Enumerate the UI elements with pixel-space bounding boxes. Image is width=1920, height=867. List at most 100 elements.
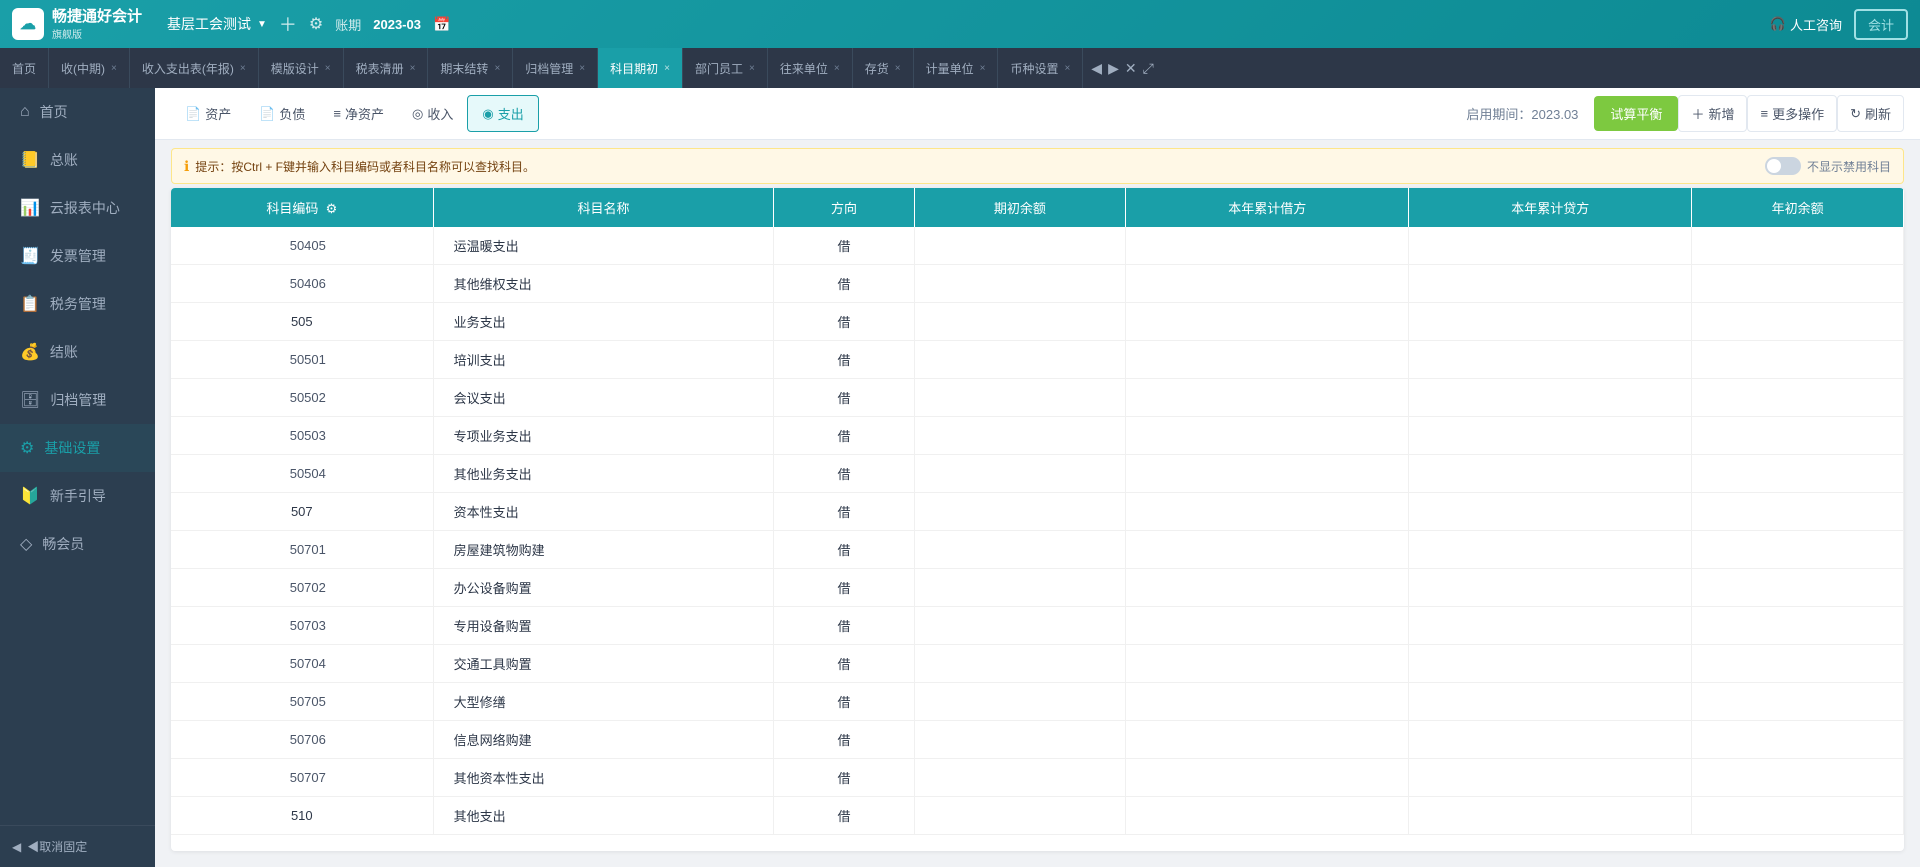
tab-unit[interactable]: 计量单位 × (914, 48, 999, 88)
add-button[interactable]: ＋ 新增 (1678, 95, 1747, 132)
tab-dept-close[interactable]: × (749, 63, 755, 74)
company-selector[interactable]: 基层工会测试 ▼ (167, 14, 267, 34)
settings-icon[interactable]: ⚙ (309, 14, 323, 34)
sidebar-item-guide[interactable]: 🔰 新手引导 (0, 472, 155, 520)
cell-period_balance[interactable] (914, 683, 1126, 721)
tab-contacts[interactable]: 往来单位 × (768, 48, 853, 88)
tab-subject-init-close[interactable]: × (664, 63, 670, 74)
sidebar-invoice-label: 发票管理 (50, 246, 106, 266)
kuaiji-button[interactable]: 会计 (1854, 9, 1908, 40)
support-button[interactable]: 🎧 人工咨询 (1770, 15, 1842, 34)
tab-interim-close[interactable]: × (111, 63, 117, 74)
sidebar-item-home[interactable]: ⌂ 首页 (0, 88, 155, 136)
close-all-tabs-icon[interactable]: ✕ (1123, 58, 1139, 79)
cell-period_balance[interactable] (914, 531, 1126, 569)
sidebar-home-label: 首页 (40, 102, 68, 122)
sidebar-item-checkout[interactable]: 💰 结账 (0, 328, 155, 376)
cell-period_balance[interactable] (914, 607, 1126, 645)
tab-prev-icon[interactable]: ◀ (1089, 58, 1104, 79)
expand-tabs-icon[interactable]: ⤢ (1141, 58, 1156, 79)
cell-code: 510 (171, 797, 433, 835)
sub-tab-expense-label: 支出 (498, 104, 524, 123)
refresh-button[interactable]: ↻ 刷新 (1837, 95, 1904, 132)
cell-period_balance[interactable] (914, 721, 1126, 759)
tab-tax[interactable]: 税表清册 × (344, 48, 429, 88)
cell-period_balance[interactable] (914, 759, 1126, 797)
tab-tax-close[interactable]: × (410, 63, 416, 74)
cell-period_balance[interactable] (914, 303, 1126, 341)
calculate-button[interactable]: 试算平衡 (1594, 96, 1678, 131)
tab-interim[interactable]: 收(中期) × (49, 48, 130, 88)
sidebar-collapse-button[interactable]: ◀ ◀取消固定 (0, 825, 155, 867)
tab-period-end-label: 期末结转 (440, 60, 488, 77)
sidebar-item-archive[interactable]: 🗄 归档管理 (0, 376, 155, 424)
tab-period-end[interactable]: 期末结转 × (428, 48, 513, 88)
cell-year_balance (1692, 607, 1904, 645)
cell-period_balance[interactable] (914, 455, 1126, 493)
tab-inventory[interactable]: 存货 × (853, 48, 914, 88)
tab-template-close[interactable]: × (325, 63, 331, 74)
cell-year_credit (1409, 569, 1692, 607)
tab-dept[interactable]: 部门员工 × (683, 48, 768, 88)
sidebar-item-tax[interactable]: 📋 税务管理 (0, 280, 155, 328)
sidebar-checkout-label: 结账 (50, 342, 78, 362)
tab-period-end-close[interactable]: × (494, 63, 500, 74)
sub-tab-asset-label: 资产 (205, 104, 231, 123)
cell-direction: 借 (774, 607, 914, 645)
cell-period_balance[interactable] (914, 227, 1126, 265)
sidebar-item-reports[interactable]: 📊 云报表中心 (0, 184, 155, 232)
cell-period_balance[interactable] (914, 417, 1126, 455)
tab-currency[interactable]: 币种设置 × (998, 48, 1083, 88)
sidebar: ⌂ 首页 📒 总账 📊 云报表中心 🧾 发票管理 📋 税务管理 💰 结账 🗄 归… (0, 88, 155, 867)
col-header-period-balance: 期初余额 (914, 188, 1126, 227)
period-info: 启用期间：2023.03 (1466, 104, 1578, 123)
cell-name: 大型修缮 (433, 683, 774, 721)
tab-currency-close[interactable]: × (1064, 63, 1070, 74)
cell-name: 专项业务支出 (433, 417, 774, 455)
tab-unit-close[interactable]: × (980, 63, 986, 74)
tab-subject-init[interactable]: 科目期初 × (598, 48, 683, 88)
tab-tax-label: 税表清册 (356, 60, 404, 77)
cell-year_credit (1409, 455, 1692, 493)
sidebar-item-ledger[interactable]: 📒 总账 (0, 136, 155, 184)
cell-period_balance[interactable] (914, 265, 1126, 303)
sub-tab-expense[interactable]: ◉ 支出 (467, 95, 538, 132)
cell-direction: 借 (774, 645, 914, 683)
more-label: 更多操作 (1772, 104, 1824, 123)
add-company-button[interactable]: ＋ (279, 11, 297, 37)
tab-template[interactable]: 模版设计 × (259, 48, 344, 88)
col-header-year-credit: 本年累计贷方 (1409, 188, 1692, 227)
toggle-disabled-area: 不显示禁用科目 (1765, 157, 1891, 175)
cell-period_balance[interactable] (914, 493, 1126, 531)
more-operations-button[interactable]: ≡ 更多操作 (1747, 95, 1837, 132)
sidebar-item-settings[interactable]: ⚙ 基础设置 (0, 424, 155, 472)
tab-home[interactable]: 首页 (0, 48, 49, 88)
tab-next-icon[interactable]: ▶ (1106, 58, 1121, 79)
cell-period_balance[interactable] (914, 379, 1126, 417)
tab-inventory-close[interactable]: × (895, 63, 901, 74)
tab-annual[interactable]: 收入支出表(年报) × (130, 48, 259, 88)
cell-year_balance (1692, 759, 1904, 797)
sidebar-item-member[interactable]: ◇ 畅会员 (0, 520, 155, 568)
sub-tab-asset[interactable]: 📄 资产 (171, 96, 245, 131)
period-calendar-icon[interactable]: 📅 (433, 16, 450, 33)
tab-archive-close[interactable]: × (579, 63, 585, 74)
cell-period_balance[interactable] (914, 569, 1126, 607)
sub-tab-liability[interactable]: 📄 负债 (245, 96, 319, 131)
cell-code: 50704 (171, 645, 433, 683)
sub-tab-net-asset[interactable]: ≡ 净资产 (319, 96, 398, 131)
tab-annual-close[interactable]: × (240, 63, 246, 74)
tab-archive[interactable]: 归档管理 × (513, 48, 598, 88)
sub-tab-income[interactable]: ◎ 收入 (398, 96, 467, 131)
sidebar-item-invoice[interactable]: 🧾 发票管理 (0, 232, 155, 280)
cell-period_balance[interactable] (914, 797, 1126, 835)
cell-period_balance[interactable] (914, 341, 1126, 379)
collapse-label: ◀取消固定 (27, 838, 87, 855)
cell-period_balance[interactable] (914, 645, 1126, 683)
liability-icon: 📄 (259, 106, 275, 122)
tab-interim-label: 收(中期) (61, 60, 105, 77)
tab-subject-init-label: 科目期初 (610, 60, 658, 77)
cell-year_debit (1126, 227, 1409, 265)
tab-contacts-close[interactable]: × (834, 63, 840, 74)
toggle-disabled-switch[interactable] (1765, 157, 1801, 175)
